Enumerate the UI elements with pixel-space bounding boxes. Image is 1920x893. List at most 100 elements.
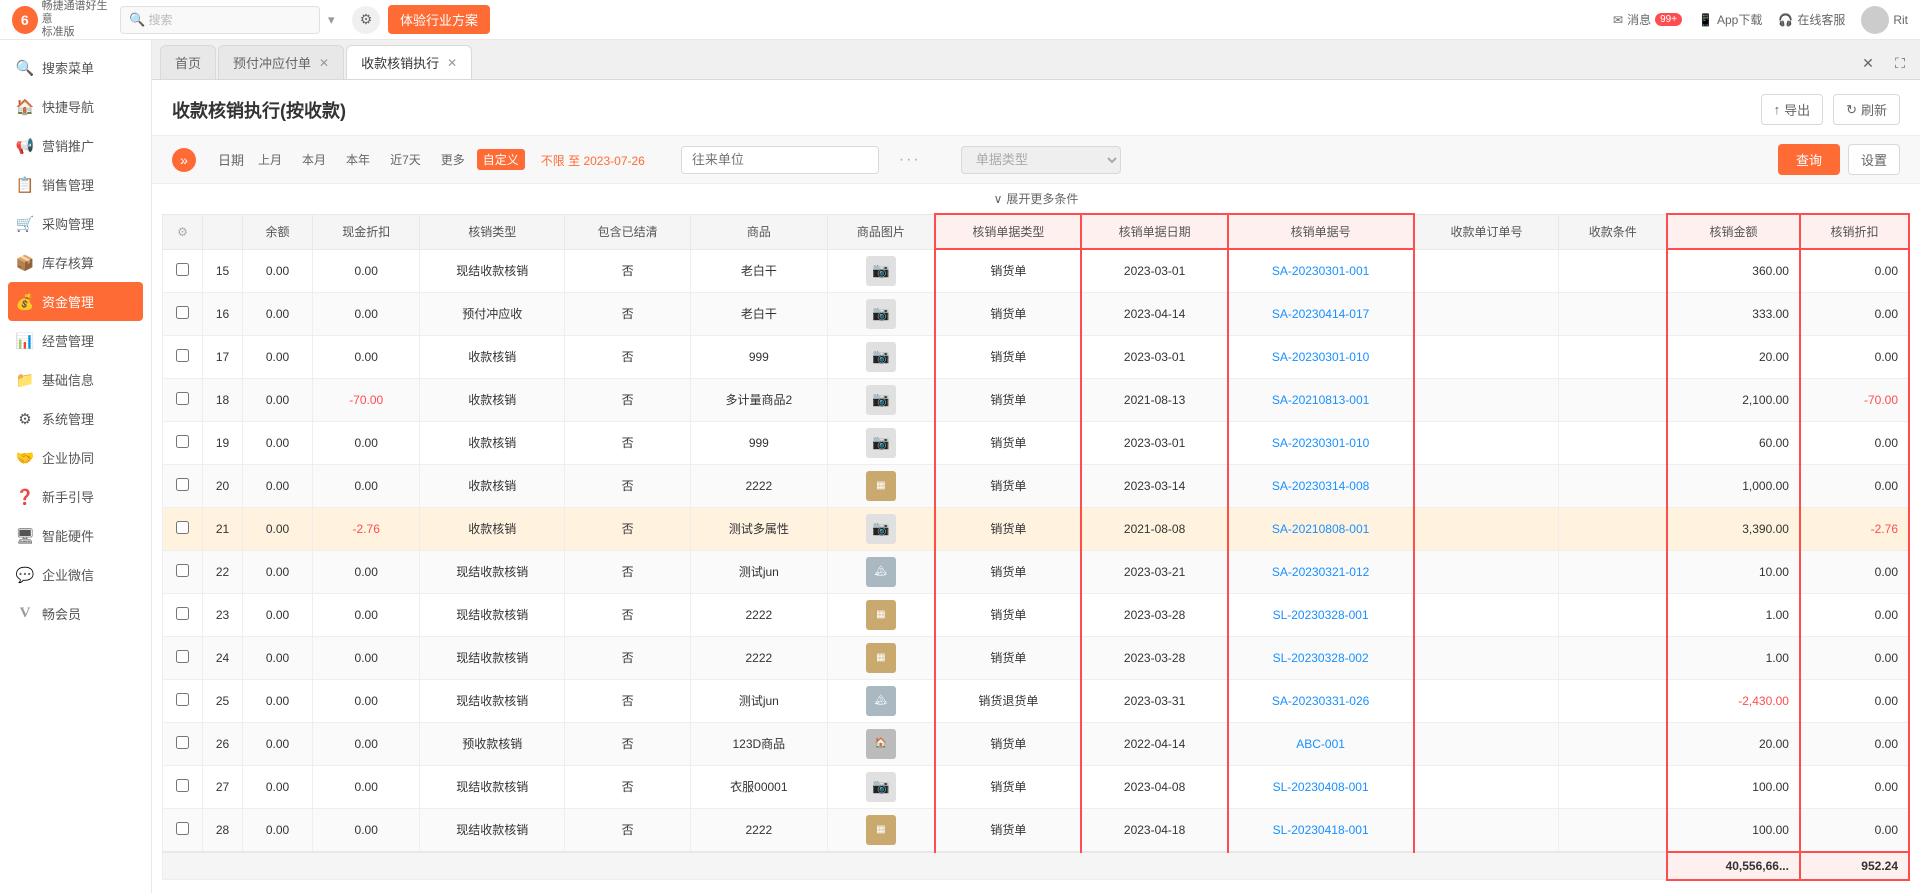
sidebar-item-quicknav[interactable]: 🏠 快捷导航 — [0, 87, 151, 126]
row-checkbox[interactable] — [163, 593, 203, 636]
date-more[interactable]: 更多 — [433, 149, 473, 170]
row-checkbox[interactable] — [163, 507, 203, 550]
row-bill-type: 销货退货单 — [935, 679, 1081, 722]
row-bill-no[interactable]: SL-20230418-001 — [1228, 808, 1414, 852]
row-bill-no[interactable]: SA-20230301-001 — [1228, 249, 1414, 292]
col-goods: 商品 — [691, 214, 827, 249]
message-button[interactable]: ✉ 消息 99+ — [1613, 11, 1682, 28]
row-checkbox[interactable] — [163, 765, 203, 808]
row-checkbox[interactable] — [163, 378, 203, 421]
query-button[interactable]: 查询 — [1778, 144, 1840, 175]
row-order-no — [1414, 765, 1559, 808]
row-checkbox[interactable] — [163, 292, 203, 335]
date-7days[interactable]: 近7天 — [382, 149, 429, 170]
user-avatar[interactable]: Rit — [1861, 6, 1908, 34]
row-bill-no[interactable]: SL-20230408-001 — [1228, 765, 1414, 808]
row-bill-no[interactable]: SA-20230301-010 — [1228, 335, 1414, 378]
row-bill-no[interactable]: SA-20230414-017 — [1228, 292, 1414, 335]
table-header-row: ⚙ 余额 现金折扣 核销类型 包含已结清 商品 商品图片 核销单据类型 核销单据… — [163, 214, 1910, 249]
tab-prepay[interactable]: 预付冲应付单 ✕ — [218, 45, 344, 79]
sidebar-item-basic[interactable]: 📁 基础信息 — [0, 360, 151, 399]
sidebar-item-member[interactable]: V 畅会员 — [0, 594, 151, 633]
sidebar-item-search[interactable]: 🔍 搜索菜单 — [0, 48, 151, 87]
row-goods-img: ▦ — [827, 636, 935, 679]
row-checkbox[interactable] — [163, 722, 203, 765]
expand-more-bar[interactable]: ∨ 展开更多条件 — [152, 184, 1920, 213]
sidebar-label-inventory: 库存核算 — [42, 253, 94, 272]
sidebar-item-marketing[interactable]: 📢 营销推广 — [0, 126, 151, 165]
row-bill-no[interactable]: SL-20230328-001 — [1228, 593, 1414, 636]
app-download-button[interactable]: 📱 App下载 — [1698, 11, 1762, 28]
col-settings[interactable]: ⚙ — [163, 214, 203, 249]
row-bill-no[interactable]: SA-20210808-001 — [1228, 507, 1414, 550]
sales-icon: 📋 — [16, 176, 34, 194]
row-checkbox[interactable] — [163, 249, 203, 292]
tab-close-prepay[interactable]: ✕ — [319, 56, 329, 70]
online-service-button[interactable]: 🎧 在线客服 — [1778, 11, 1845, 28]
filter-toggle-button[interactable]: » — [172, 148, 196, 172]
tab-home[interactable]: 首页 — [160, 45, 216, 79]
row-bill-no[interactable]: SA-20230331-026 — [1228, 679, 1414, 722]
row-bill-no[interactable]: SA-20230321-012 — [1228, 550, 1414, 593]
sidebar-item-hardware[interactable]: 🖥 智能硬件 — [0, 516, 151, 555]
row-checkbox[interactable] — [163, 335, 203, 378]
row-amount: 1.00 — [1667, 636, 1800, 679]
table-container: ⚙ 余额 现金折扣 核销类型 包含已结清 商品 商品图片 核销单据类型 核销单据… — [152, 213, 1920, 893]
tab-label-prepay: 预付冲应付单 — [233, 53, 311, 72]
date-this-year[interactable]: 本年 — [338, 149, 378, 170]
sidebar-item-sales[interactable]: 📋 销售管理 — [0, 165, 151, 204]
sidebar-item-wechat[interactable]: 💬 企业微信 — [0, 555, 151, 594]
export-button[interactable]: ↑ 导出 — [1761, 94, 1824, 125]
row-balance: 0.00 — [243, 378, 313, 421]
top-search-bar[interactable]: 🔍 搜索 — [120, 6, 320, 34]
row-bill-no[interactable]: SA-20210813-001 — [1228, 378, 1414, 421]
row-discount: 0.00 — [1800, 636, 1909, 679]
row-checkbox[interactable] — [163, 421, 203, 464]
setting-button[interactable]: 设置 — [1848, 144, 1900, 175]
row-bill-date: 2023-03-01 — [1081, 249, 1227, 292]
tab-close-receipt[interactable]: ✕ — [447, 56, 457, 70]
from-unit-input[interactable] — [681, 146, 879, 174]
row-checkbox[interactable] — [163, 679, 203, 722]
close-window-icon[interactable]: ✕ — [1856, 51, 1880, 75]
row-amount: 333.00 — [1667, 292, 1800, 335]
row-condition — [1559, 765, 1667, 808]
sidebar-item-enterprise[interactable]: 🤝 企业协同 — [0, 438, 151, 477]
row-checkbox[interactable] — [163, 808, 203, 852]
row-checkbox[interactable] — [163, 636, 203, 679]
date-label: 日期 — [218, 150, 244, 169]
maximize-icon[interactable]: ⛶ — [1888, 51, 1912, 75]
row-bill-type: 销货单 — [935, 292, 1081, 335]
row-bill-type: 销货单 — [935, 722, 1081, 765]
refresh-button[interactable]: ↻ 刷新 — [1833, 94, 1900, 125]
row-included: 否 — [565, 249, 691, 292]
sidebar-item-system[interactable]: ⚙ 系统管理 — [0, 399, 151, 438]
row-bill-date: 2023-04-14 — [1081, 292, 1227, 335]
sidebar-item-purchase[interactable]: 🛒 采购管理 — [0, 204, 151, 243]
row-discount: 0.00 — [1800, 249, 1909, 292]
row-bill-no[interactable]: SA-20230314-008 — [1228, 464, 1414, 507]
capital-icon: 💰 — [16, 293, 34, 311]
industry-solution-button[interactable]: 体验行业方案 — [388, 5, 490, 34]
row-goods-img: 📷 — [827, 249, 935, 292]
sidebar-label-guide: 新手引导 — [42, 487, 94, 506]
date-last-month[interactable]: 上月 — [250, 149, 290, 170]
row-bill-no[interactable]: ABC-001 — [1228, 722, 1414, 765]
top-bar-right: ✉ 消息 99+ 📱 App下载 🎧 在线客服 Rit — [1613, 6, 1908, 34]
row-checkbox[interactable] — [163, 464, 203, 507]
tab-receipt[interactable]: 收款核销执行 ✕ — [346, 45, 472, 79]
sidebar-item-operations[interactable]: 📊 经营管理 — [0, 321, 151, 360]
sidebar-item-guide[interactable]: ❓ 新手引导 — [0, 477, 151, 516]
sidebar-item-inventory[interactable]: 📦 库存核算 — [0, 243, 151, 282]
dropdown-icon[interactable]: ▾ — [328, 12, 344, 28]
column-settings-icon[interactable]: ⚙ — [177, 225, 188, 239]
date-custom[interactable]: 自定义 — [477, 149, 525, 170]
bill-type-select[interactable]: 单据类型 — [961, 146, 1121, 174]
date-this-month[interactable]: 本月 — [294, 149, 334, 170]
row-balance: 0.00 — [243, 249, 313, 292]
sidebar-item-capital[interactable]: 💰 资金管理 — [8, 282, 143, 321]
settings-gear-icon[interactable]: ⚙ — [352, 6, 380, 34]
row-bill-no[interactable]: SA-20230301-010 — [1228, 421, 1414, 464]
row-checkbox[interactable] — [163, 550, 203, 593]
row-bill-no[interactable]: SL-20230328-002 — [1228, 636, 1414, 679]
